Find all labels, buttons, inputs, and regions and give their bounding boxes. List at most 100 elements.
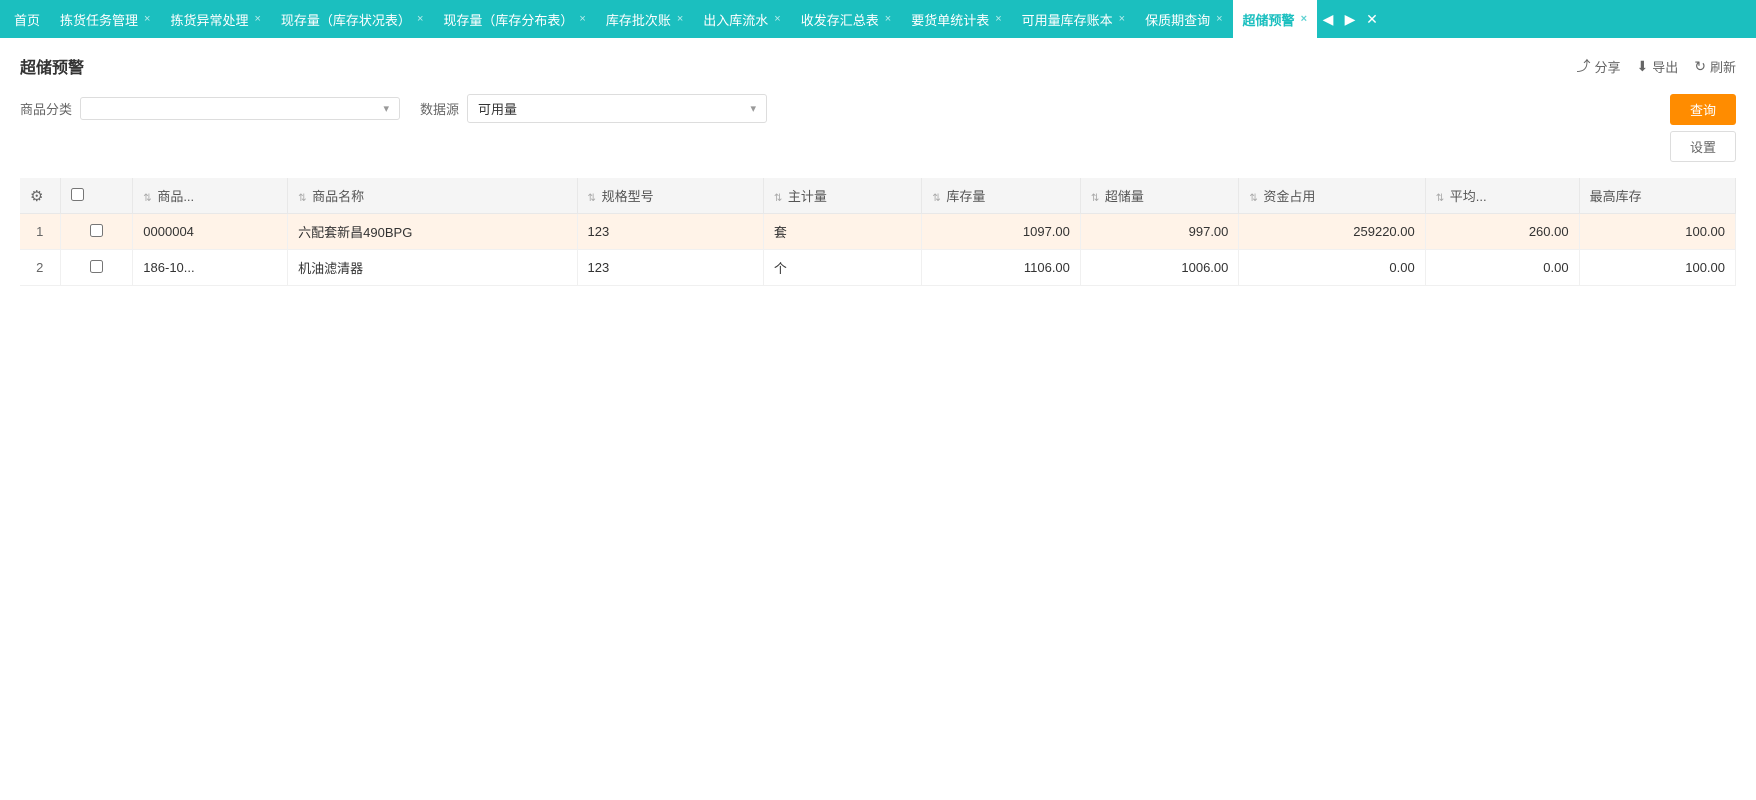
row-capital-1: 259220.00 <box>1239 214 1425 250</box>
col-settings[interactable]: ⚙ <box>20 178 60 214</box>
share-button[interactable]: ⤴ 分享 <box>1576 56 1620 76</box>
nav-tab-order-stats[interactable]: 要货单统计表 × <box>901 0 1011 38</box>
nav-close-all[interactable]: ✕ <box>1361 0 1383 38</box>
col-overstock[interactable]: ⇅ 超储量 <box>1080 178 1239 214</box>
select-all-checkbox[interactable] <box>71 188 84 201</box>
export-button[interactable]: ⬇ 导出 <box>1637 57 1679 76</box>
nav-tab-abnormal[interactable]: 拣货异常处理 × <box>160 0 270 38</box>
nav-tab-quality-check[interactable]: 保质期查询 × <box>1135 0 1232 38</box>
nav-tab-recv-summary-close[interactable]: × <box>885 13 891 25</box>
nav-tab-abnormal-close[interactable]: × <box>254 13 260 25</box>
row-overstock-2: 1006.00 <box>1080 250 1239 286</box>
nav-tab-order-stats-close[interactable]: × <box>995 13 1001 25</box>
nav-tab-available-stock-close[interactable]: × <box>1119 13 1125 25</box>
row-max-stock-1: 100.00 <box>1579 214 1735 250</box>
row-max-stock-2: 100.00 <box>1579 250 1735 286</box>
col-unit-label: 主计量 <box>788 189 827 204</box>
nav-tab-overstock-alert-close[interactable]: × <box>1301 13 1307 25</box>
row-unit-2: 个 <box>763 250 922 286</box>
category-filter-item: 商品分类 ▾ <box>20 97 400 120</box>
col-product-code-label: 商品... <box>157 189 194 204</box>
page-content: 超储预警 ⤴ 分享 ⬇ 导出 ↻ 刷新 商品分类 ▾ <box>0 38 1756 800</box>
query-button[interactable]: 查询 <box>1670 94 1736 125</box>
row-select-checkbox-1[interactable] <box>90 224 103 237</box>
table-row: 2 186-10... 机油滤清器 123 个 1106.00 1006.00 … <box>20 250 1736 286</box>
nav-tab-batch-close[interactable]: × <box>677 13 683 25</box>
row-spec-2: 123 <box>577 250 763 286</box>
nav-tab-batch-label: 库存批次账 <box>606 10 671 29</box>
col-capital[interactable]: ⇅ 资金占用 <box>1239 178 1425 214</box>
col-spec[interactable]: ⇅ 规格型号 <box>577 178 763 214</box>
top-navigation: 首页 拣货任务管理 × 拣货异常处理 × 现存量（库存状况表） × 现存量（库存… <box>0 0 1756 38</box>
nav-tab-home[interactable]: 首页 <box>4 0 50 38</box>
nav-tab-recv-summary[interactable]: 收发存汇总表 × <box>791 0 901 38</box>
nav-tab-stock-status[interactable]: 现存量（库存状况表） × <box>271 0 433 38</box>
nav-tab-quality-check-close[interactable]: × <box>1216 13 1222 25</box>
action-column: 查询 设置 <box>1670 94 1736 162</box>
col-product-code[interactable]: ⇅ 商品... <box>133 178 288 214</box>
refresh-button[interactable]: ↻ 刷新 <box>1694 57 1736 76</box>
filter-fields: 商品分类 ▾ 数据源 可用量 ▾ <box>20 94 1650 123</box>
export-icon: ⬇ <box>1637 58 1649 75</box>
datasource-select[interactable]: 可用量 ▾ <box>467 94 767 123</box>
col-unit[interactable]: ⇅ 主计量 <box>763 178 922 214</box>
data-table: ⚙ ⇅ 商品... ⇅ 商品名称 ⇅ 规格型号 ⇅ <box>20 178 1736 286</box>
nav-tab-overstock-alert[interactable]: 超储预警 × <box>1233 0 1317 38</box>
nav-tab-stock-status-label: 现存量（库存状况表） <box>281 10 411 29</box>
row-product-name-1: 六配套新昌490BPG <box>288 214 577 250</box>
row-num-1: 1 <box>20 214 60 250</box>
nav-tab-quality-check-label: 保质期查询 <box>1145 10 1210 29</box>
nav-arrow-right[interactable]: ▶ <box>1339 0 1361 38</box>
nav-tab-inout-flow-close[interactable]: × <box>774 13 780 25</box>
nav-tab-stock-status-close[interactable]: × <box>417 13 423 25</box>
row-capital-2: 0.00 <box>1239 250 1425 286</box>
datasource-filter-label: 数据源 <box>420 99 459 118</box>
sort-icon-product-name: ⇅ <box>298 193 306 204</box>
row-product-code-1: 0000004 <box>133 214 288 250</box>
row-spec-1: 123 <box>577 214 763 250</box>
row-product-code-2: 186-10... <box>133 250 288 286</box>
nav-tab-stock-dist[interactable]: 现存量（库存分布表） × <box>433 0 595 38</box>
nav-tab-overstock-alert-label: 超储预警 <box>1243 10 1295 29</box>
col-stock[interactable]: ⇅ 库存量 <box>922 178 1081 214</box>
row-stock-2: 1106.00 <box>922 250 1081 286</box>
col-product-name[interactable]: ⇅ 商品名称 <box>288 178 577 214</box>
sort-icon-overstock: ⇅ <box>1091 193 1099 204</box>
sort-icon-product-code: ⇅ <box>143 193 151 204</box>
datasource-select-value: 可用量 <box>478 99 517 118</box>
filter-section: 商品分类 ▾ 数据源 可用量 ▾ 查询 设置 <box>20 94 1736 162</box>
nav-tab-home-label: 首页 <box>14 10 40 29</box>
nav-tab-batch[interactable]: 库存批次账 × <box>596 0 693 38</box>
table-row: 1 0000004 六配套新昌490BPG 123 套 1097.00 997.… <box>20 214 1736 250</box>
nav-arrow-left[interactable]: ◀ <box>1317 0 1339 38</box>
page-title: 超储预警 <box>20 54 84 78</box>
row-product-name-2: 机油滤清器 <box>288 250 577 286</box>
nav-tab-stock-dist-close[interactable]: × <box>579 13 585 25</box>
table-header-row: ⚙ ⇅ 商品... ⇅ 商品名称 ⇅ 规格型号 ⇅ <box>20 178 1736 214</box>
nav-tab-task-mgmt[interactable]: 拣货任务管理 × <box>50 0 160 38</box>
page-header: 超储预警 ⤴ 分享 ⬇ 导出 ↻ 刷新 <box>20 54 1736 78</box>
col-max-stock[interactable]: 最高库存 <box>1579 178 1735 214</box>
category-chevron-icon: ▾ <box>383 102 389 115</box>
sort-icon-unit: ⇅ <box>774 193 782 204</box>
nav-tab-task-mgmt-close[interactable]: × <box>144 13 150 25</box>
settings-gear-icon[interactable]: ⚙ <box>30 188 43 205</box>
col-max-stock-label: 最高库存 <box>1590 189 1642 204</box>
sort-icon-avg: ⇅ <box>1436 193 1444 204</box>
col-checkbox <box>60 178 133 214</box>
row-select-checkbox-2[interactable] <box>90 260 103 273</box>
datasource-filter-item: 数据源 可用量 ▾ <box>420 94 767 123</box>
row-checkbox-1[interactable] <box>60 214 133 250</box>
category-filter-label: 商品分类 <box>20 99 72 118</box>
nav-tab-available-stock-label: 可用量库存账本 <box>1022 10 1113 29</box>
nav-tab-task-mgmt-label: 拣货任务管理 <box>60 10 138 29</box>
row-checkbox-2[interactable] <box>60 250 133 286</box>
sort-icon-capital: ⇅ <box>1249 193 1257 204</box>
category-select[interactable]: ▾ <box>80 97 400 120</box>
nav-tab-inout-flow[interactable]: 出入库流水 × <box>693 0 790 38</box>
row-overstock-1: 997.00 <box>1080 214 1239 250</box>
settings-button[interactable]: 设置 <box>1670 131 1736 162</box>
share-label: 分享 <box>1594 57 1620 76</box>
col-avg[interactable]: ⇅ 平均... <box>1425 178 1579 214</box>
nav-tab-available-stock[interactable]: 可用量库存账本 × <box>1012 0 1135 38</box>
